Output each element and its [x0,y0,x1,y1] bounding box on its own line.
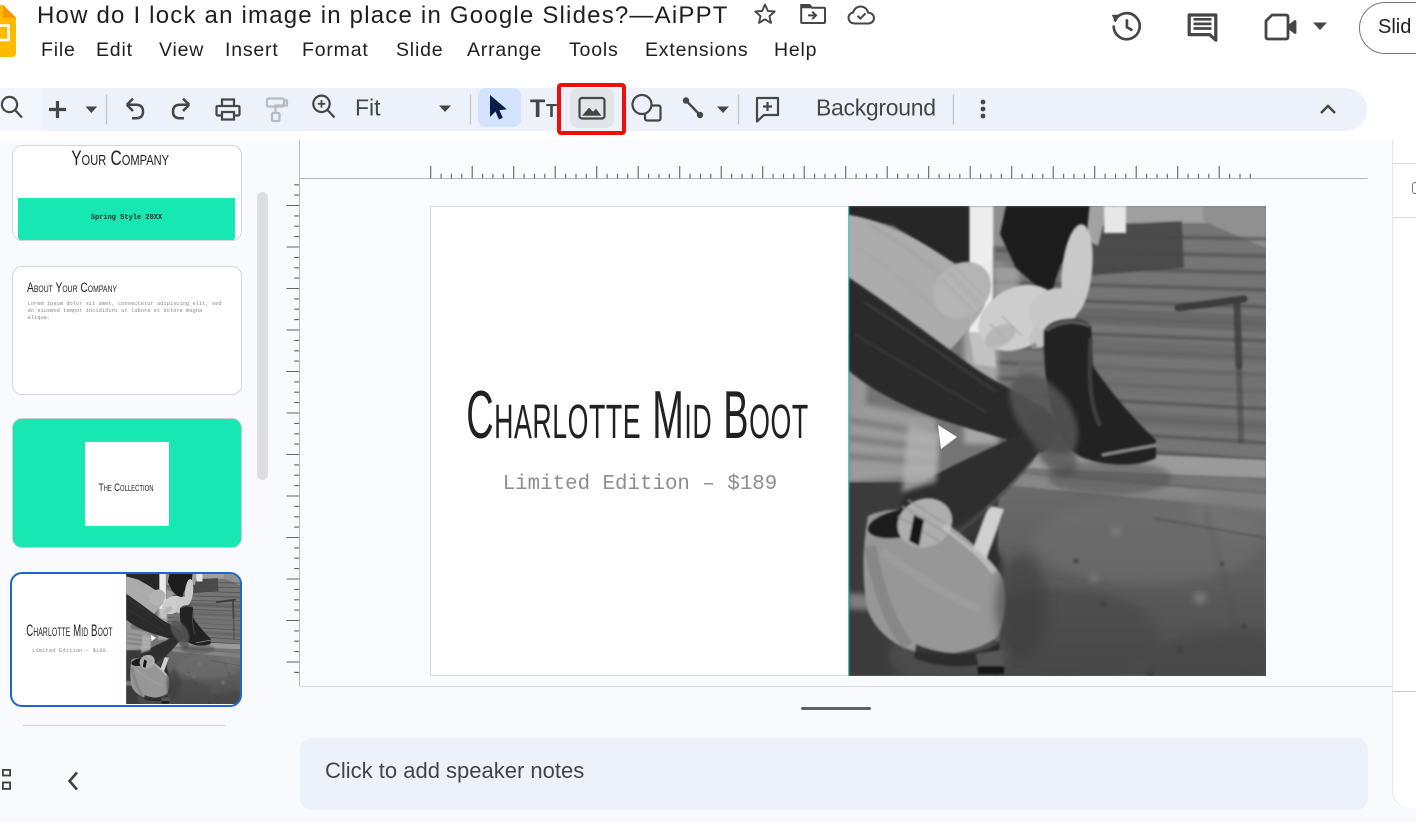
svg-text:Background: Background [816,95,936,121]
svg-text:T: T [546,101,557,121]
svg-text:Fit: Fit [355,95,381,121]
svg-text:T: T [530,95,545,123]
